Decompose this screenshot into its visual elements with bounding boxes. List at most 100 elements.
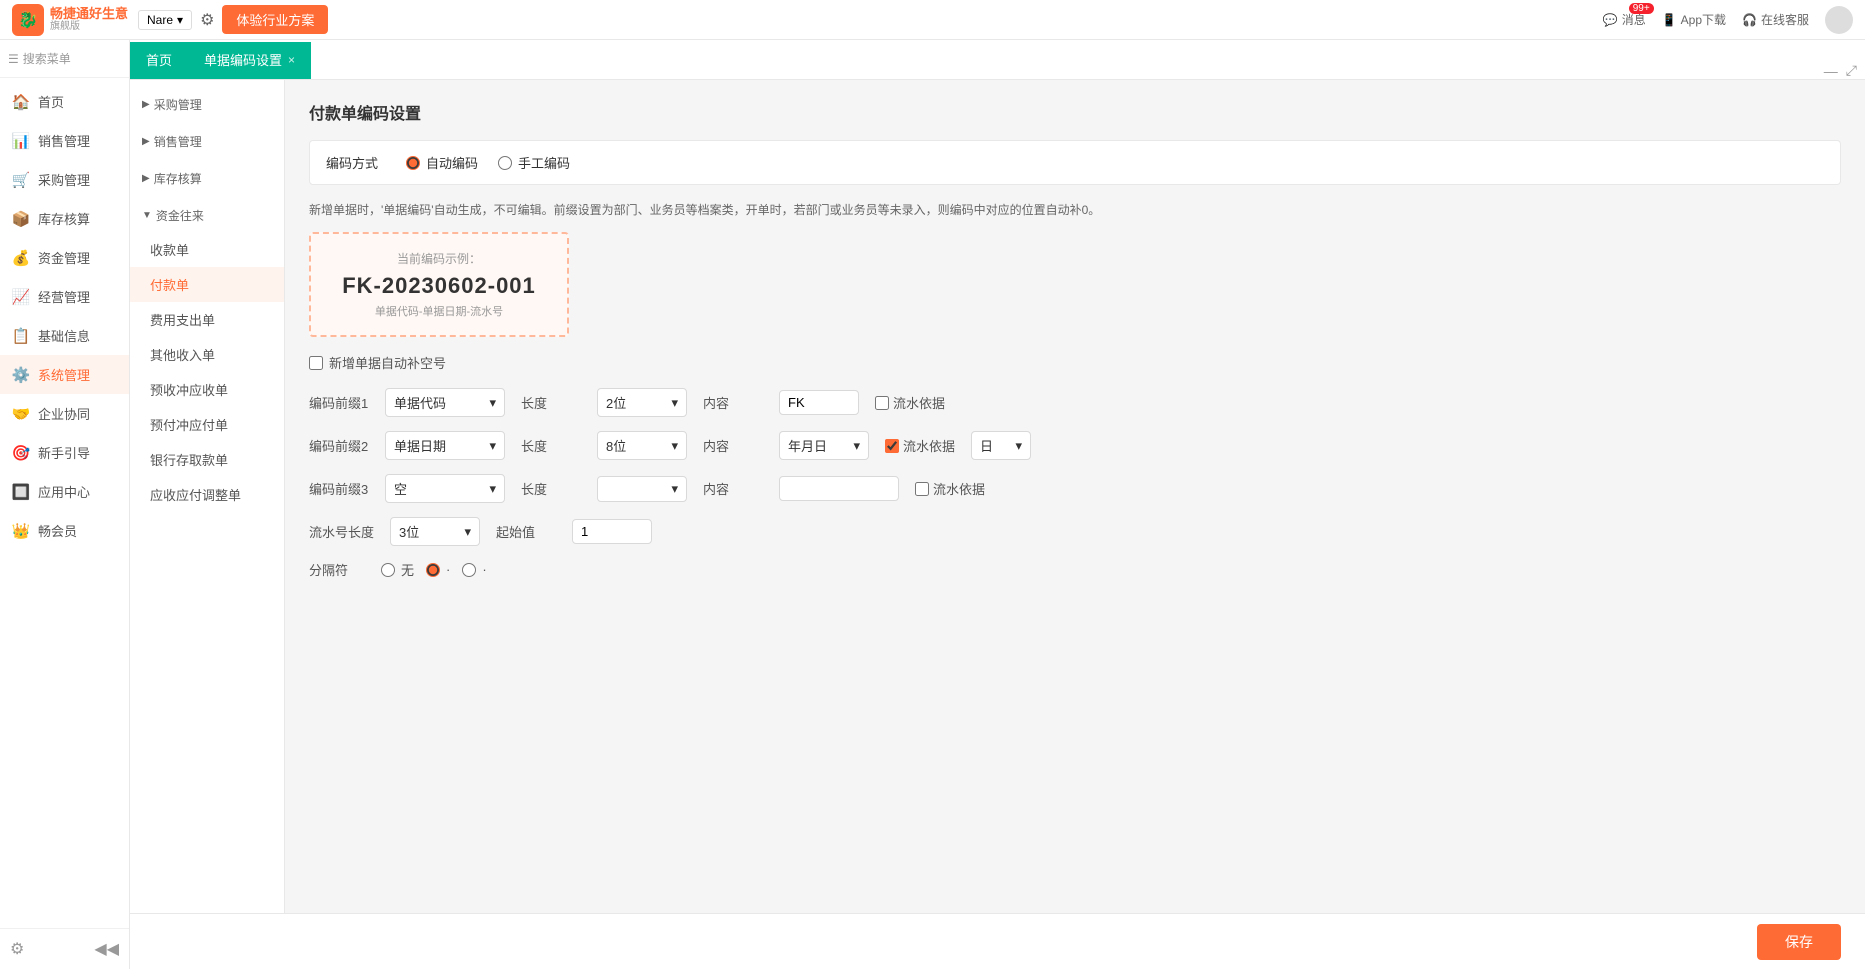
content1-input[interactable]: [779, 390, 859, 415]
auto-fill-checkbox[interactable]: [309, 356, 323, 370]
search-menu-label: 搜索菜单: [23, 50, 71, 67]
tab-home[interactable]: 首页: [130, 42, 188, 79]
top-bar-controls: Nare ▾ ⚙ 体验行业方案: [138, 5, 328, 34]
length2-select[interactable]: 8位 ▾: [597, 431, 687, 460]
preview-label: 当前编码示例：: [335, 250, 543, 267]
sep-none-radio[interactable]: [381, 563, 395, 577]
sep-none-label[interactable]: 无: [381, 560, 414, 579]
download-icon: 📱: [1662, 13, 1677, 27]
info-text: 新增单据时，'单据编码'自动生成，不可编辑。前缀设置为部门、业务员等档案类，开单…: [309, 201, 1841, 220]
menu-group-finance-title[interactable]: ▼ 资金往来: [130, 199, 284, 232]
collapse-icon[interactable]: ◀◀: [94, 939, 119, 959]
waterfall3-checkbox-label[interactable]: 流水依据: [915, 479, 985, 498]
tab-close-icon[interactable]: ×: [288, 53, 295, 67]
message-button[interactable]: 💬 消息 99+: [1603, 11, 1646, 28]
waterfall1-checkbox[interactable]: [875, 396, 889, 410]
chevron-length2-icon: ▾: [671, 438, 678, 454]
sidebar-system-label: 系统管理: [38, 365, 90, 384]
manual-encode-radio-label[interactable]: 手工编码: [498, 153, 570, 172]
sidebar-item-operations[interactable]: 📈 经营管理: [0, 277, 129, 316]
prefix3-select[interactable]: 空 ▾: [385, 474, 505, 503]
manual-encode-label: 手工编码: [518, 153, 570, 172]
prefix1-select[interactable]: 单据代码 ▾: [385, 388, 505, 417]
member-icon: 👑: [12, 522, 30, 540]
chevron-length3-icon: ▾: [671, 481, 678, 497]
start-value-input[interactable]: [572, 519, 652, 544]
waterfall2-checkbox-label[interactable]: 流水依据: [885, 436, 955, 455]
prefix1-label: 编码前缀1: [309, 393, 369, 412]
logo-sub: 旗舰版: [50, 21, 128, 33]
manual-encode-radio[interactable]: [498, 156, 512, 170]
waterfall2-checkbox[interactable]: [885, 439, 899, 453]
menu-item-receipt[interactable]: 收款单: [130, 232, 284, 267]
search-menu-button[interactable]: ☰ 搜索菜单: [0, 40, 129, 78]
settings-bottom-icon[interactable]: ⚙: [10, 939, 24, 959]
settings-gear-button[interactable]: ⚙: [200, 10, 214, 30]
app-download-button[interactable]: 📱 App下载: [1662, 11, 1726, 28]
save-button[interactable]: 保存: [1757, 924, 1841, 960]
sep-dot-radio[interactable]: [426, 563, 440, 577]
sidebar-item-newbie[interactable]: 🎯 新手引导: [0, 433, 129, 472]
menu-item-adjustment[interactable]: 应收应付调整单: [130, 477, 284, 512]
auto-encode-radio[interactable]: [406, 156, 420, 170]
online-service-button[interactable]: 🎧 在线客服: [1742, 11, 1809, 28]
sidebar-item-member[interactable]: 👑 畅会员: [0, 511, 129, 550]
menu-group-sales-title[interactable]: ▶ 销售管理: [130, 125, 284, 158]
sidebar-item-finance[interactable]: 💰 资金管理: [0, 238, 129, 277]
trial-button[interactable]: 体验行业方案: [222, 5, 328, 34]
sidebar-item-apps[interactable]: 🔲 应用中心: [0, 472, 129, 511]
prefix3-label: 编码前缀3: [309, 479, 369, 498]
content3-input[interactable]: [779, 476, 899, 501]
length3-select[interactable]: ▾: [597, 476, 687, 502]
sep-dot-label[interactable]: ·: [426, 562, 450, 577]
prefix2-select[interactable]: 单据日期 ▾: [385, 431, 505, 460]
arrow-right-icon: ▶: [142, 99, 150, 110]
tab-expand-button[interactable]: ⤢: [1846, 62, 1857, 79]
sidebar-item-system[interactable]: ⚙️ 系统管理: [0, 355, 129, 394]
waterfall3-checkbox[interactable]: [915, 482, 929, 496]
sep-other-radio[interactable]: [462, 563, 476, 577]
logo-icon: 🐉: [12, 4, 44, 36]
length2-label: 长度: [521, 436, 581, 455]
tab-minimize-button[interactable]: —: [1824, 63, 1838, 79]
message-badge: 99+: [1629, 3, 1654, 14]
auto-fill-checkbox-row[interactable]: 新增单据自动补空号: [309, 353, 1841, 372]
menu-item-other-income[interactable]: 其他收入单: [130, 337, 284, 372]
menu-item-payment[interactable]: 付款单: [130, 267, 284, 302]
menu-group-sales: ▶ 销售管理: [130, 125, 284, 158]
length1-select[interactable]: 2位 ▾: [597, 388, 687, 417]
company-dropdown[interactable]: Nare ▾: [138, 10, 192, 30]
sidebar-item-sales[interactable]: 📊 销售管理: [0, 121, 129, 160]
sidebar-item-enterprise[interactable]: 🤝 企业协同: [0, 394, 129, 433]
sidebar-item-home[interactable]: 🏠 首页: [0, 82, 129, 121]
encoding-method-section: 编码方式 自动编码 手工编码: [309, 140, 1841, 185]
sidebar: ☰ 搜索菜单 🏠 首页 📊 销售管理 🛒 采购管理 📦 库存核算 💰 资: [0, 40, 130, 969]
purchase-icon: 🛒: [12, 171, 30, 189]
menu-item-bank[interactable]: 银行存取款单: [130, 442, 284, 477]
sidebar-item-purchase[interactable]: 🛒 采购管理: [0, 160, 129, 199]
waterfall1-checkbox-label[interactable]: 流水依据: [875, 393, 945, 412]
serial-length-select[interactable]: 3位 ▾: [390, 517, 480, 546]
sidebar-item-inventory[interactable]: 📦 库存核算: [0, 199, 129, 238]
form-row-3: 编码前缀3 空 ▾ 长度 ▾ 内容 流水依据: [309, 474, 1841, 503]
form-row-1: 编码前缀1 单据代码 ▾ 长度 2位 ▾ 内容 流水依据: [309, 388, 1841, 417]
content2-select[interactable]: 年月日 ▾: [779, 431, 869, 460]
menu-item-expense[interactable]: 费用支出单: [130, 302, 284, 337]
menu-group-inventory-title[interactable]: ▶ 库存核算: [130, 162, 284, 195]
sidebar-finance-label: 资金管理: [38, 248, 90, 267]
sidebar-item-basic[interactable]: 📋 基础信息: [0, 316, 129, 355]
sales-icon: 📊: [12, 132, 30, 150]
sep-other-label[interactable]: ·: [462, 562, 486, 577]
menu-item-prepay-receivable[interactable]: 预收冲应收单: [130, 372, 284, 407]
company-name: Nare: [147, 13, 173, 27]
sidebar-nav: 🏠 首页 📊 销售管理 🛒 采购管理 📦 库存核算 💰 资金管理 📈 经: [0, 78, 129, 928]
menu-group-inventory-label: 库存核算: [154, 170, 202, 187]
menu-group-purchase-title[interactable]: ▶ 采购管理: [130, 88, 284, 121]
menu-icon: ☰: [8, 52, 19, 66]
serial-length-label: 流水号长度: [309, 522, 374, 541]
day-unit-select[interactable]: 日 ▾: [971, 431, 1031, 460]
menu-item-prepay-payable[interactable]: 预付冲应付单: [130, 407, 284, 442]
auto-encode-radio-label[interactable]: 自动编码: [406, 153, 478, 172]
tab-encoding-settings[interactable]: 单据编码设置 ×: [188, 42, 311, 79]
user-avatar[interactable]: [1825, 6, 1853, 34]
